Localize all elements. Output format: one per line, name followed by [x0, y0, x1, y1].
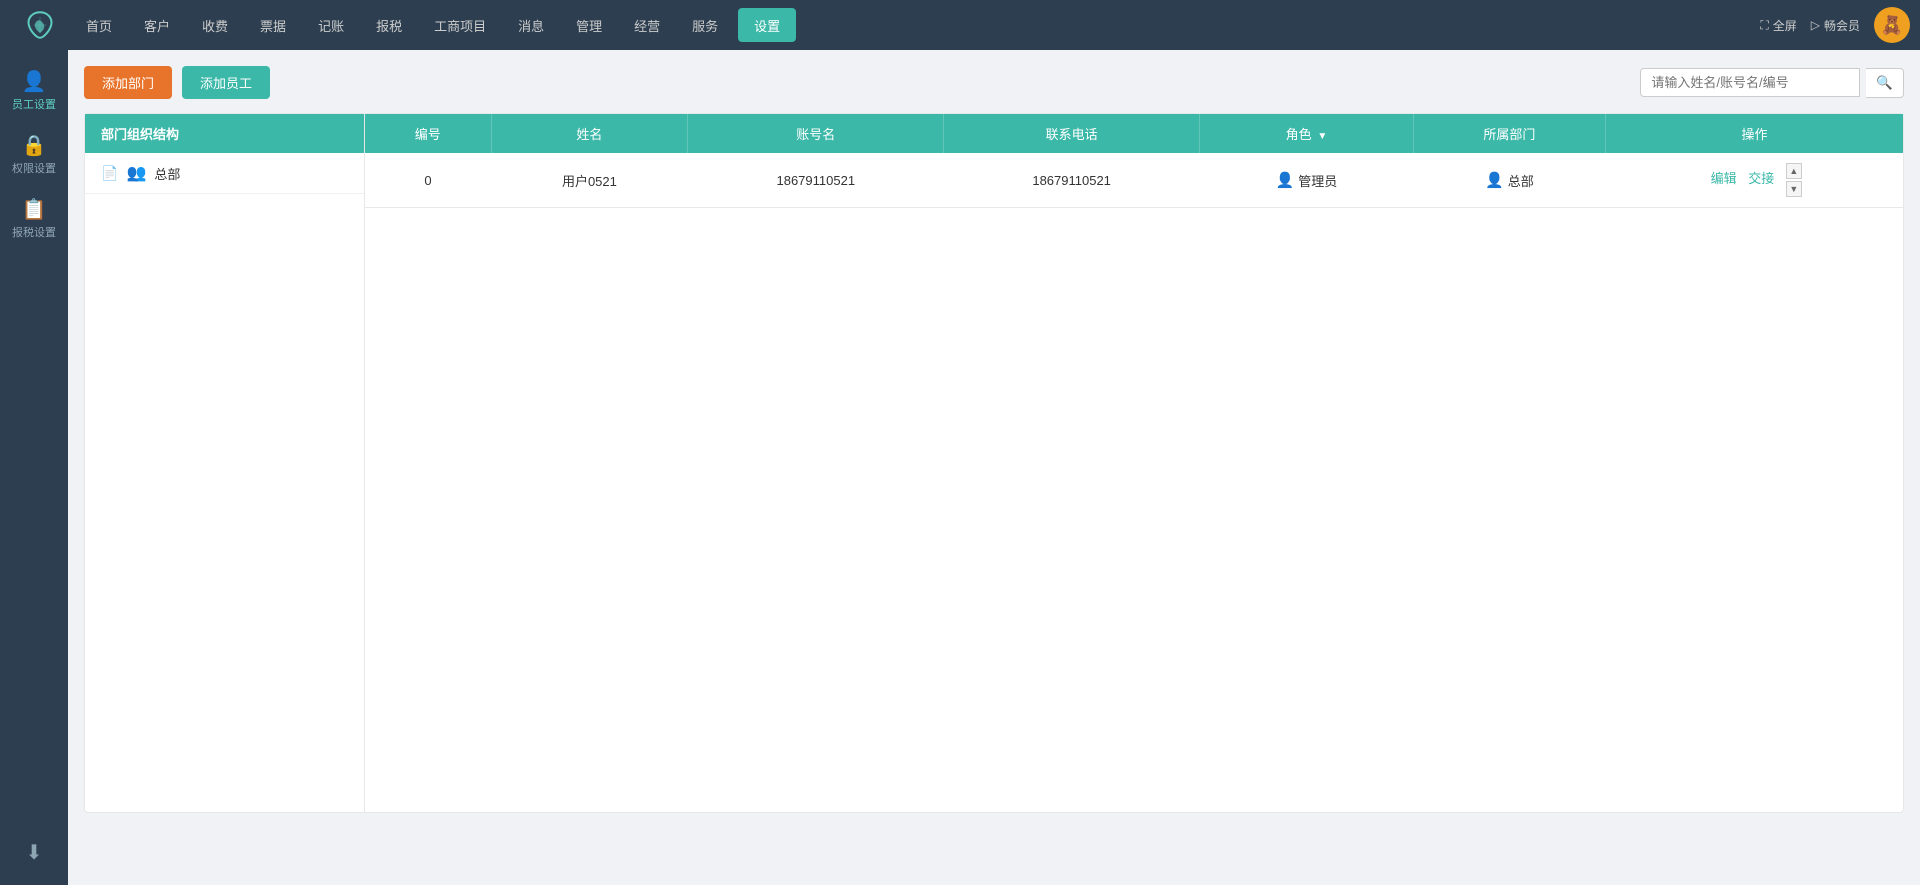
- sidebar: 👤 员工设置 🔒 权限设置 📋 报税设置 ⬇: [0, 50, 68, 885]
- cell-role: 👤 管理员: [1200, 153, 1414, 208]
- main-content: 添加部门 添加员工 🔍 部门组织结构 📄 👥 总部 编号: [68, 50, 1920, 885]
- fullscreen-button[interactable]: ⛶ 全屏: [1760, 17, 1796, 34]
- cell-id: 0: [365, 153, 491, 208]
- role-user-icon: 👤: [1276, 171, 1295, 189]
- add-dept-button[interactable]: 添加部门: [84, 66, 172, 99]
- role-filter-icon: ▼: [1317, 131, 1327, 142]
- col-header-id: 编号: [365, 114, 491, 153]
- nav-item-fee[interactable]: 收费: [186, 0, 244, 50]
- add-employee-button[interactable]: 添加员工: [182, 66, 270, 99]
- download-icon: ⬇: [26, 843, 43, 863]
- sidebar-download-button[interactable]: ⬇: [0, 831, 68, 875]
- tree-item-general[interactable]: 📄 👥 总部: [85, 153, 364, 194]
- nav-item-accounting[interactable]: 记账: [302, 0, 360, 50]
- vip-button[interactable]: ▷ 畅会员: [1811, 17, 1860, 34]
- search-icon: 🔍: [1876, 75, 1893, 90]
- nav-item-manage[interactable]: 管理: [560, 0, 618, 50]
- cell-phone: 18679110521: [944, 153, 1200, 208]
- app-logo: [10, 9, 70, 41]
- cell-account: 18679110521: [688, 153, 944, 208]
- nav-item-home[interactable]: 首页: [70, 0, 128, 50]
- tree-panel-header: 部门组织结构: [85, 114, 364, 153]
- col-header-name: 姓名: [491, 114, 688, 153]
- search-button[interactable]: 🔍: [1866, 68, 1904, 98]
- sidebar-bottom: ⬇: [0, 831, 68, 885]
- nav-item-settings[interactable]: 设置: [738, 8, 796, 42]
- table-area: 编号 姓名 账号名 联系电话 角色 ▼ 所属部门 操作 0: [365, 114, 1903, 812]
- edit-link[interactable]: 编辑: [1711, 171, 1737, 186]
- search-input[interactable]: [1640, 68, 1860, 97]
- scroll-down-arrow[interactable]: ▼: [1786, 181, 1802, 197]
- cell-action: 编辑 交接 ▲ ▼: [1605, 153, 1903, 208]
- content-area: 部门组织结构 📄 👥 总部 编号 姓名 账号名 联系电话 角色: [84, 113, 1904, 813]
- table-header-row: 编号 姓名 账号名 联系电话 角色 ▼ 所属部门 操作: [365, 114, 1903, 153]
- tax-settings-icon: 📋: [22, 200, 47, 220]
- row-scroll-ctrl: ▲ ▼: [1786, 163, 1802, 197]
- nav-item-operation[interactable]: 经营: [618, 0, 676, 50]
- sidebar-item-permission[interactable]: 🔒 权限设置: [0, 124, 68, 188]
- file-icon: 📄: [101, 165, 118, 182]
- nav-items-container: 首页 客户 收费 票据 记账 报税 工商项目 消息 管理 经营 服务 设置: [70, 0, 1760, 50]
- dept-badge: 👤 总部: [1485, 171, 1534, 190]
- scroll-up-arrow[interactable]: ▲: [1786, 163, 1802, 179]
- col-header-role[interactable]: 角色 ▼: [1200, 114, 1414, 153]
- dept-user-icon: 👥: [126, 163, 146, 183]
- fullscreen-icon: ⛶: [1760, 18, 1768, 33]
- employee-table: 编号 姓名 账号名 联系电话 角色 ▼ 所属部门 操作 0: [365, 114, 1903, 208]
- cell-dept: 👤 总部: [1413, 153, 1605, 208]
- col-header-action: 操作: [1605, 114, 1903, 153]
- role-badge: 👤 管理员: [1276, 171, 1338, 190]
- user-avatar[interactable]: 🧸: [1874, 7, 1910, 43]
- tree-panel: 部门组织结构 📄 👥 总部: [85, 114, 365, 812]
- nav-item-business[interactable]: 工商项目: [418, 0, 502, 50]
- table-row: 0 用户0521 18679110521 18679110521 👤 管理员: [365, 153, 1903, 208]
- lock-icon: 🔒: [22, 136, 47, 156]
- nav-item-tax[interactable]: 报税: [360, 0, 418, 50]
- sidebar-item-tax-settings[interactable]: 📋 报税设置: [0, 188, 68, 252]
- employee-icon: 👤: [22, 72, 47, 92]
- nav-item-bill[interactable]: 票据: [244, 0, 302, 50]
- cell-name: 用户0521: [491, 153, 688, 208]
- col-header-phone: 联系电话: [944, 114, 1200, 153]
- col-header-dept: 所属部门: [1413, 114, 1605, 153]
- handover-link[interactable]: 交接: [1748, 171, 1774, 186]
- nav-item-customer[interactable]: 客户: [128, 0, 186, 50]
- toolbar: 添加部门 添加员工 🔍: [84, 66, 1904, 99]
- sidebar-item-employee[interactable]: 👤 员工设置: [0, 60, 68, 124]
- col-header-account: 账号名: [688, 114, 944, 153]
- vip-icon: ▷: [1811, 18, 1820, 32]
- nav-right-area: ⛶ 全屏 ▷ 畅会员 🧸: [1760, 7, 1910, 43]
- toolbar-right: 🔍: [1640, 68, 1904, 98]
- nav-item-message[interactable]: 消息: [502, 0, 560, 50]
- nav-item-service[interactable]: 服务: [676, 0, 734, 50]
- dept-badge-icon: 👤: [1485, 171, 1504, 189]
- top-navigation: 首页 客户 收费 票据 记账 报税 工商项目 消息 管理 经营 服务 设置 ⛶ …: [0, 0, 1920, 50]
